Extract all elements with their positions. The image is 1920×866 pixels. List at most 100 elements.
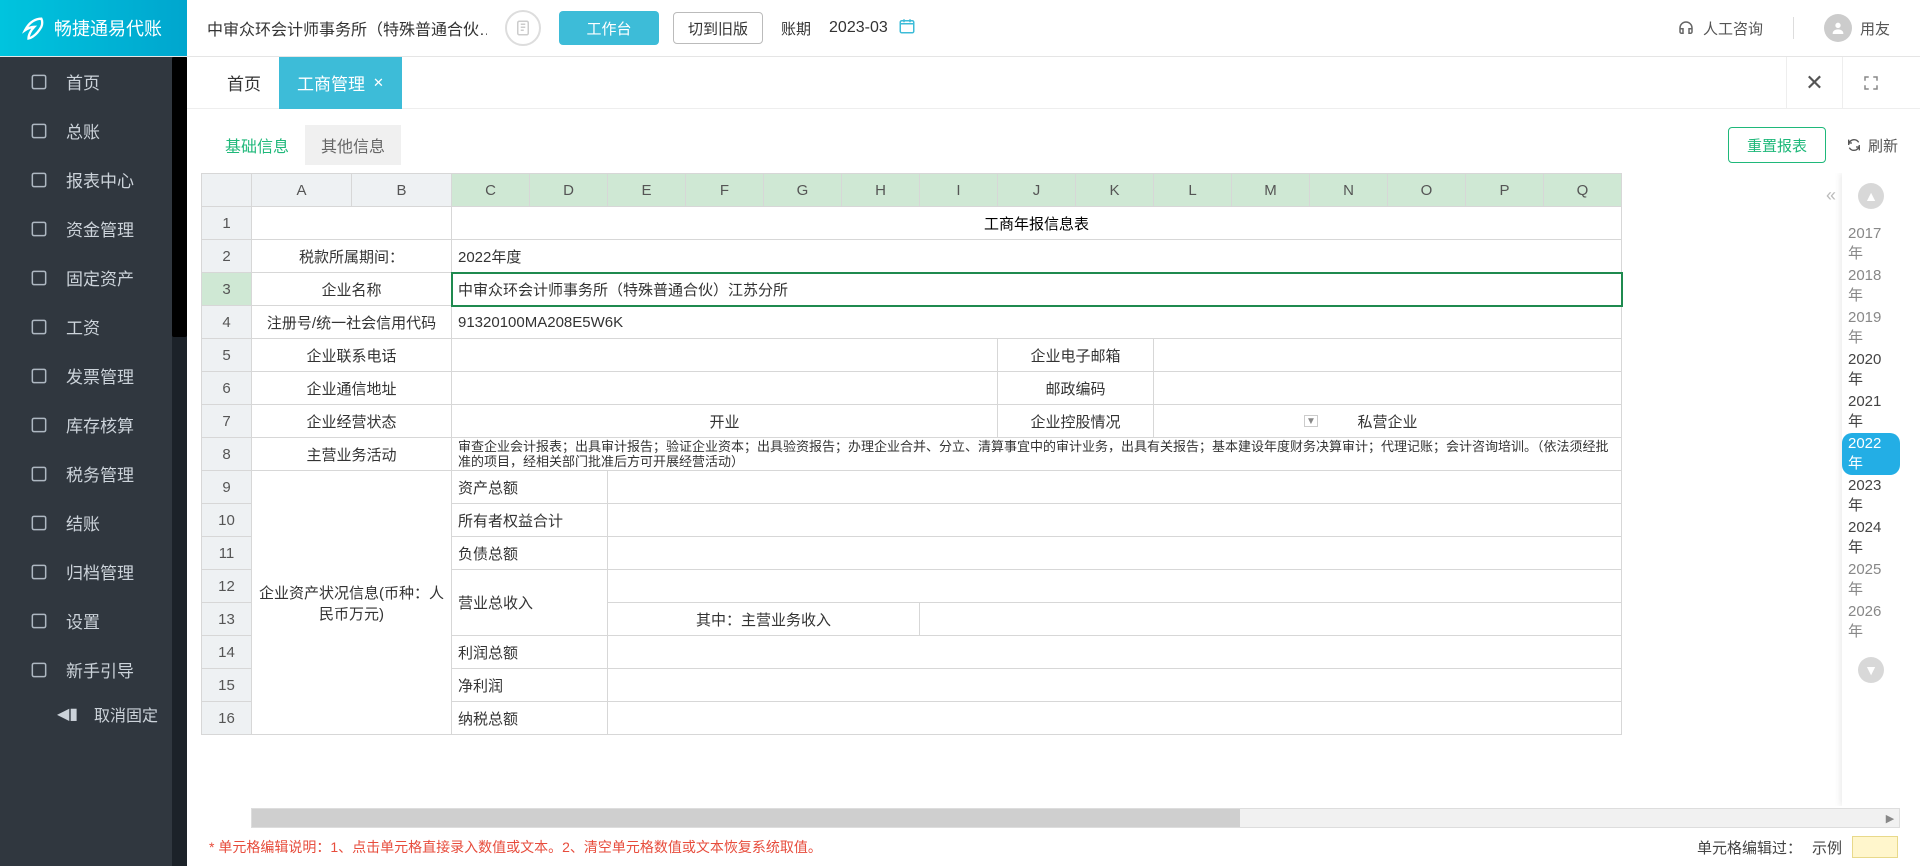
scroll-right-icon[interactable]: ▶ [1881,809,1899,827]
tab-home[interactable]: 首页 [209,57,279,109]
row-header[interactable]: 3 [202,273,252,306]
col-header[interactable]: H [842,174,920,207]
cell[interactable] [608,669,1622,702]
reset-report-button[interactable]: 重置报表 [1728,127,1826,163]
close-all-icon[interactable]: ✕ [1786,57,1842,108]
sidebar-item-6[interactable]: 发票管理 [0,351,187,400]
user-menu[interactable]: 用友 [1824,14,1890,42]
cell[interactable]: 资产总额 [452,471,608,504]
cell[interactable] [608,471,1622,504]
horizontal-scrollbar[interactable]: ◀ ▶ [251,808,1900,828]
cell[interactable] [452,339,998,372]
col-header[interactable]: Q [1544,174,1622,207]
row-header[interactable]: 5 [202,339,252,372]
cell[interactable] [1154,372,1622,405]
doc-icon[interactable] [505,10,541,46]
col-header[interactable]: E [608,174,686,207]
scroll-thumb[interactable] [252,809,1240,827]
year-up-icon[interactable]: ▲ [1858,183,1884,209]
cell[interactable]: 邮政编码 [998,372,1154,405]
cell[interactable] [608,636,1622,669]
cell[interactable]: 91320100MA208E5W6K [452,306,1622,339]
year-2025年[interactable]: 2025年 [1842,559,1900,601]
row-header[interactable]: 15 [202,669,252,702]
cell[interactable]: 企业控股情况 [998,405,1154,438]
row-header[interactable]: 13 [202,603,252,636]
year-2018年[interactable]: 2018年 [1842,265,1900,307]
col-header[interactable]: J [998,174,1076,207]
col-header[interactable]: O [1388,174,1466,207]
old-version-button[interactable]: 切到旧版 [673,12,763,44]
col-header[interactable]: N [1310,174,1388,207]
year-2023年[interactable]: 2023年 [1842,475,1900,517]
col-header[interactable]: P [1466,174,1544,207]
spreadsheet[interactable]: ABCDEFGHIJKLMNOPQ1工商年报信息表2税款所属期间：2022年度3… [201,173,1820,806]
cell[interactable]: 负债总额 [452,537,608,570]
col-header[interactable]: L [1154,174,1232,207]
row-header[interactable]: 11 [202,537,252,570]
cell[interactable]: 利润总额 [452,636,608,669]
sidebar-item-11[interactable]: 设置 [0,596,187,645]
cell[interactable]: 企业资产状况信息(币种：人民币万元) [252,471,452,735]
cell[interactable] [920,603,1622,636]
fullscreen-icon[interactable] [1842,57,1898,108]
subtab-other-info[interactable]: 其他信息 [305,125,401,165]
sidebar-item-9[interactable]: 结账 [0,498,187,547]
sidebar-item-10[interactable]: 归档管理 [0,547,187,596]
refresh-button[interactable]: 刷新 [1846,135,1898,156]
year-panel-collapse[interactable]: « [1820,173,1842,806]
cell[interactable]: 净利润 [452,669,608,702]
cell[interactable] [608,504,1622,537]
consult-button[interactable]: 人工咨询 [1677,18,1763,39]
cell[interactable]: 中审众环会计师事务所（特殊普通合伙）江苏分所 [452,273,1622,306]
close-tab-icon[interactable]: ✕ [373,75,384,91]
dropdown-handle[interactable]: ▼ [1304,415,1318,427]
col-header[interactable] [202,174,252,207]
sidebar-item-4[interactable]: 固定资产 [0,253,187,302]
sidebar-item-0[interactable]: 首页 [0,57,187,106]
cell[interactable] [608,537,1622,570]
cell[interactable] [252,207,452,240]
year-2021年[interactable]: 2021年 [1842,391,1900,433]
cell[interactable]: 税款所属期间： [252,240,452,273]
col-header[interactable]: D [530,174,608,207]
cell[interactable]: 开业 [452,405,998,438]
sidebar-item-5[interactable]: 工资 [0,302,187,351]
col-header[interactable]: A [252,174,352,207]
cell[interactable]: 营业总收入 [452,570,608,636]
col-header[interactable]: G [764,174,842,207]
sidebar-item-2[interactable]: 报表中心 [0,155,187,204]
cell[interactable]: 企业电子邮箱 [998,339,1154,372]
cell[interactable]: 审查企业会计报表；出具审计报告；验证企业资本；出具验资报告；办理企业合并、分立、… [452,438,1622,471]
cell[interactable]: 私营企业 [1154,405,1622,438]
row-header[interactable]: 10 [202,504,252,537]
row-header[interactable]: 6 [202,372,252,405]
sidebar-item-7[interactable]: 库存核算 [0,400,187,449]
cell[interactable] [608,570,1622,603]
row-header[interactable]: 9 [202,471,252,504]
cell[interactable]: 纳税总额 [452,702,608,735]
year-2026年[interactable]: 2026年 [1842,601,1900,643]
pin-cancel[interactable]: ◀▮ 取消固定 [0,694,187,734]
col-header[interactable]: B [352,174,452,207]
cell[interactable]: 企业联系电话 [252,339,452,372]
year-2024年[interactable]: 2024年 [1842,517,1900,559]
sidebar-item-12[interactable]: 新手引导 [0,645,187,694]
row-header[interactable]: 14 [202,636,252,669]
year-2019年[interactable]: 2019年 [1842,307,1900,349]
company-selector[interactable]: 中审众环会计师事务所（特殊普通合伙… ﹀ [207,16,487,40]
row-header[interactable]: 7 [202,405,252,438]
cell[interactable]: 其中：主营业务收入 [608,603,920,636]
sidebar-scrollbar[interactable] [172,57,187,866]
cell[interactable] [1154,339,1622,372]
cell[interactable]: 注册号/统一社会信用代码 [252,306,452,339]
cell[interactable]: 企业通信地址 [252,372,452,405]
cell[interactable]: 主营业务活动 [252,438,452,471]
workbench-button[interactable]: 工作台 [559,11,659,45]
row-header[interactable]: 12 [202,570,252,603]
tab-business-admin[interactable]: 工商管理 ✕ [279,57,402,109]
year-2022年[interactable]: 2022年 [1842,433,1900,475]
year-2017年[interactable]: 2017年 [1842,223,1900,265]
col-header[interactable]: I [920,174,998,207]
subtab-basic-info[interactable]: 基础信息 [209,125,305,165]
